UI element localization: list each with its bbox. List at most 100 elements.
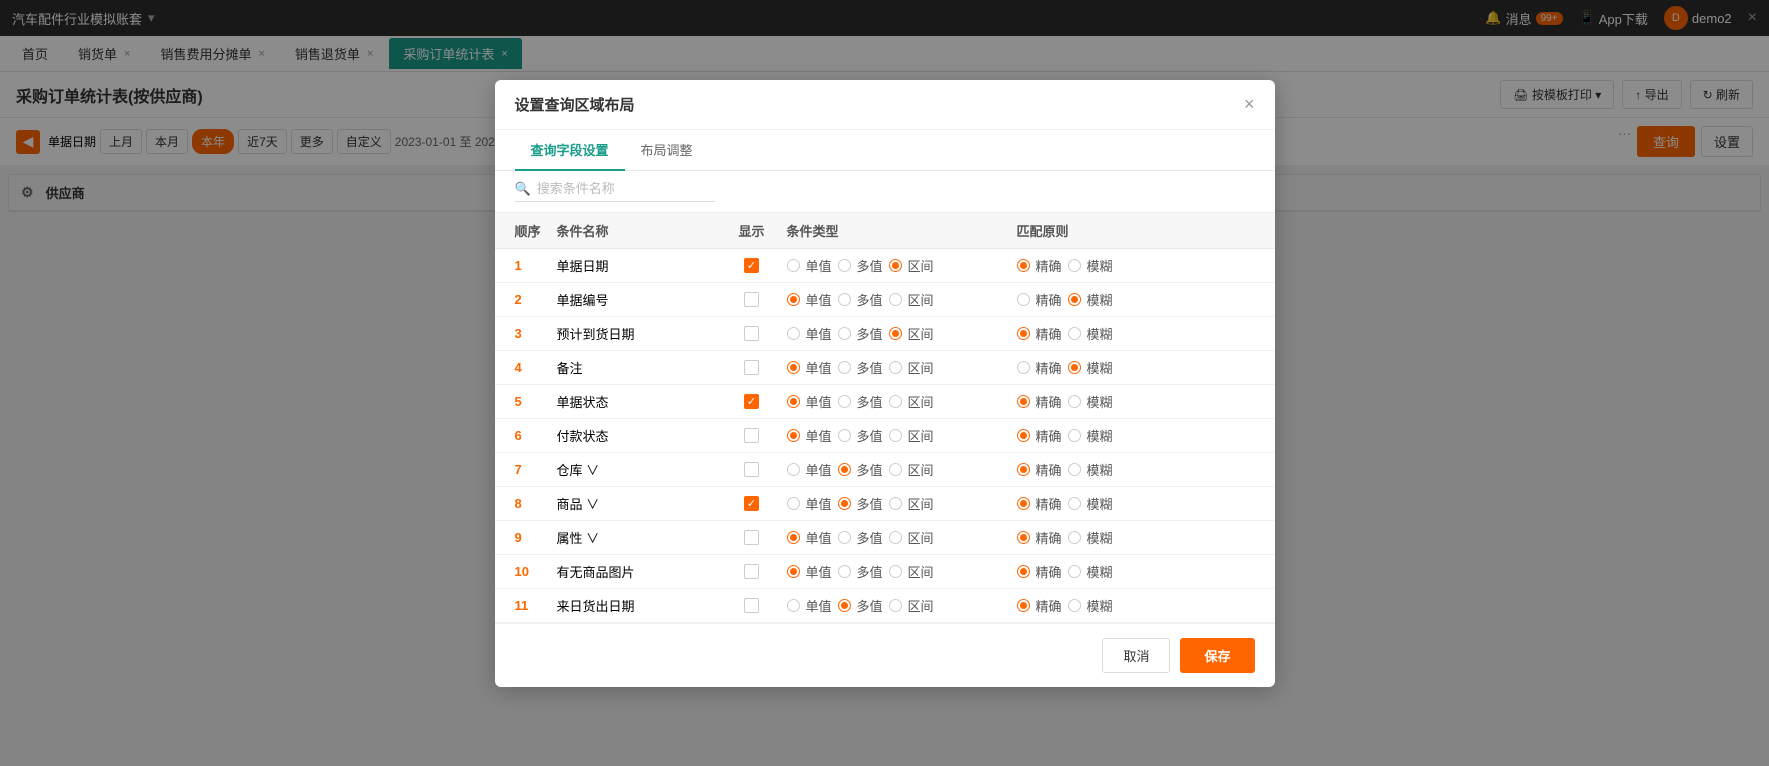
type-range-radio[interactable] bbox=[889, 293, 902, 306]
type-single-label: 单值 bbox=[806, 290, 832, 309]
type-single-radio[interactable] bbox=[787, 429, 800, 442]
match-fuzzy-label: 模糊 bbox=[1087, 460, 1113, 479]
row-name: 仓库 ∨ bbox=[557, 460, 717, 479]
search-box: 🔍 bbox=[515, 181, 715, 202]
row-name: 属性 ∨ bbox=[557, 528, 717, 547]
type-multi-radio[interactable] bbox=[838, 395, 851, 408]
match-exact-radio[interactable] bbox=[1017, 361, 1030, 374]
type-single-radio[interactable] bbox=[787, 395, 800, 408]
match-exact-radio[interactable] bbox=[1017, 293, 1030, 306]
match-fuzzy-label: 模糊 bbox=[1087, 494, 1113, 513]
row-show[interactable] bbox=[717, 292, 787, 307]
match-fuzzy-label: 模糊 bbox=[1087, 596, 1113, 615]
show-checkbox[interactable] bbox=[744, 428, 759, 443]
type-multi-radio[interactable] bbox=[838, 565, 851, 578]
type-multi-radio[interactable] bbox=[838, 463, 851, 476]
type-single-radio[interactable] bbox=[787, 599, 800, 612]
type-range-radio[interactable] bbox=[889, 463, 902, 476]
match-exact-radio[interactable] bbox=[1017, 565, 1030, 578]
show-checkbox[interactable] bbox=[744, 360, 759, 375]
match-fuzzy-radio[interactable] bbox=[1068, 429, 1081, 442]
type-multi-radio[interactable] bbox=[838, 429, 851, 442]
match-fuzzy-radio[interactable] bbox=[1068, 565, 1081, 578]
row-show[interactable] bbox=[717, 428, 787, 443]
match-fuzzy-radio[interactable] bbox=[1068, 361, 1081, 374]
match-fuzzy-radio[interactable] bbox=[1068, 327, 1081, 340]
row-show[interactable] bbox=[717, 326, 787, 341]
save-btn[interactable]: 保存 bbox=[1180, 638, 1254, 673]
match-exact-radio[interactable] bbox=[1017, 497, 1030, 510]
match-fuzzy-radio[interactable] bbox=[1068, 463, 1081, 476]
cancel-btn[interactable]: 取消 bbox=[1102, 638, 1170, 673]
show-checkbox[interactable] bbox=[744, 564, 759, 579]
show-checkbox[interactable] bbox=[744, 462, 759, 477]
match-fuzzy-radio[interactable] bbox=[1068, 395, 1081, 408]
show-checkbox[interactable] bbox=[744, 326, 759, 341]
match-exact-radio[interactable] bbox=[1017, 599, 1030, 612]
match-fuzzy-radio[interactable] bbox=[1068, 599, 1081, 612]
type-single-radio[interactable] bbox=[787, 497, 800, 510]
show-checkbox[interactable] bbox=[744, 530, 759, 545]
type-range-label: 区间 bbox=[908, 324, 934, 343]
type-multi-radio[interactable] bbox=[838, 531, 851, 544]
match-exact-label: 精确 bbox=[1036, 596, 1062, 615]
type-single-radio[interactable] bbox=[787, 463, 800, 476]
type-range-radio[interactable] bbox=[889, 565, 902, 578]
row-show[interactable] bbox=[717, 530, 787, 545]
type-multi-radio[interactable] bbox=[838, 599, 851, 612]
type-multi-radio[interactable] bbox=[838, 497, 851, 510]
row-name: 有无商品图片 bbox=[557, 562, 717, 581]
type-range-radio[interactable] bbox=[889, 599, 902, 612]
type-range-radio[interactable] bbox=[889, 429, 902, 442]
type-range-radio[interactable] bbox=[889, 259, 902, 272]
show-checkbox[interactable]: ✓ bbox=[744, 496, 759, 511]
type-range-radio[interactable] bbox=[889, 497, 902, 510]
row-show[interactable] bbox=[717, 564, 787, 579]
match-fuzzy-radio[interactable] bbox=[1068, 531, 1081, 544]
row-show[interactable] bbox=[717, 598, 787, 613]
show-checkbox[interactable] bbox=[744, 598, 759, 613]
row-order: 5 bbox=[515, 394, 557, 409]
type-single-radio[interactable] bbox=[787, 327, 800, 340]
match-fuzzy-radio[interactable] bbox=[1068, 293, 1081, 306]
type-single-radio[interactable] bbox=[787, 259, 800, 272]
row-show[interactable] bbox=[717, 360, 787, 375]
show-checkbox[interactable] bbox=[744, 292, 759, 307]
type-range-radio[interactable] bbox=[889, 531, 902, 544]
show-checkbox[interactable]: ✓ bbox=[744, 394, 759, 409]
type-multi-radio[interactable] bbox=[838, 361, 851, 374]
row-match: 精确 模糊 bbox=[1017, 392, 1197, 411]
type-multi-radio[interactable] bbox=[838, 259, 851, 272]
type-single-label: 单值 bbox=[806, 392, 832, 411]
type-single-radio[interactable] bbox=[787, 565, 800, 578]
type-multi-radio[interactable] bbox=[838, 327, 851, 340]
modal-close-btn[interactable]: × bbox=[1244, 94, 1255, 115]
type-single-radio[interactable] bbox=[787, 361, 800, 374]
row-show[interactable]: ✓ bbox=[717, 258, 787, 273]
modal-tab-layout[interactable]: 布局调整 bbox=[625, 130, 709, 171]
show-checkbox[interactable]: ✓ bbox=[744, 258, 759, 273]
match-exact-radio[interactable] bbox=[1017, 531, 1030, 544]
row-match: 精确 模糊 bbox=[1017, 426, 1197, 445]
row-show[interactable]: ✓ bbox=[717, 394, 787, 409]
match-fuzzy-radio[interactable] bbox=[1068, 259, 1081, 272]
match-exact-radio[interactable] bbox=[1017, 395, 1030, 408]
match-exact-radio[interactable] bbox=[1017, 429, 1030, 442]
modal-overlay[interactable]: 设置查询区域布局 × 查询字段设置 布局调整 🔍 顺序 条件名称 显示 条件类型 bbox=[0, 0, 1769, 766]
match-fuzzy-radio[interactable] bbox=[1068, 497, 1081, 510]
row-show[interactable] bbox=[717, 462, 787, 477]
type-range-radio[interactable] bbox=[889, 327, 902, 340]
row-show[interactable]: ✓ bbox=[717, 496, 787, 511]
modal-tabs: 查询字段设置 布局调整 bbox=[495, 130, 1275, 171]
search-input[interactable] bbox=[537, 181, 715, 196]
match-exact-radio[interactable] bbox=[1017, 463, 1030, 476]
type-multi-radio[interactable] bbox=[838, 293, 851, 306]
type-single-radio[interactable] bbox=[787, 293, 800, 306]
modal-tab-fields[interactable]: 查询字段设置 bbox=[515, 130, 625, 171]
match-exact-radio[interactable] bbox=[1017, 259, 1030, 272]
type-range-radio[interactable] bbox=[889, 361, 902, 374]
type-range-label: 区间 bbox=[908, 290, 934, 309]
type-range-radio[interactable] bbox=[889, 395, 902, 408]
type-single-radio[interactable] bbox=[787, 531, 800, 544]
match-exact-radio[interactable] bbox=[1017, 327, 1030, 340]
